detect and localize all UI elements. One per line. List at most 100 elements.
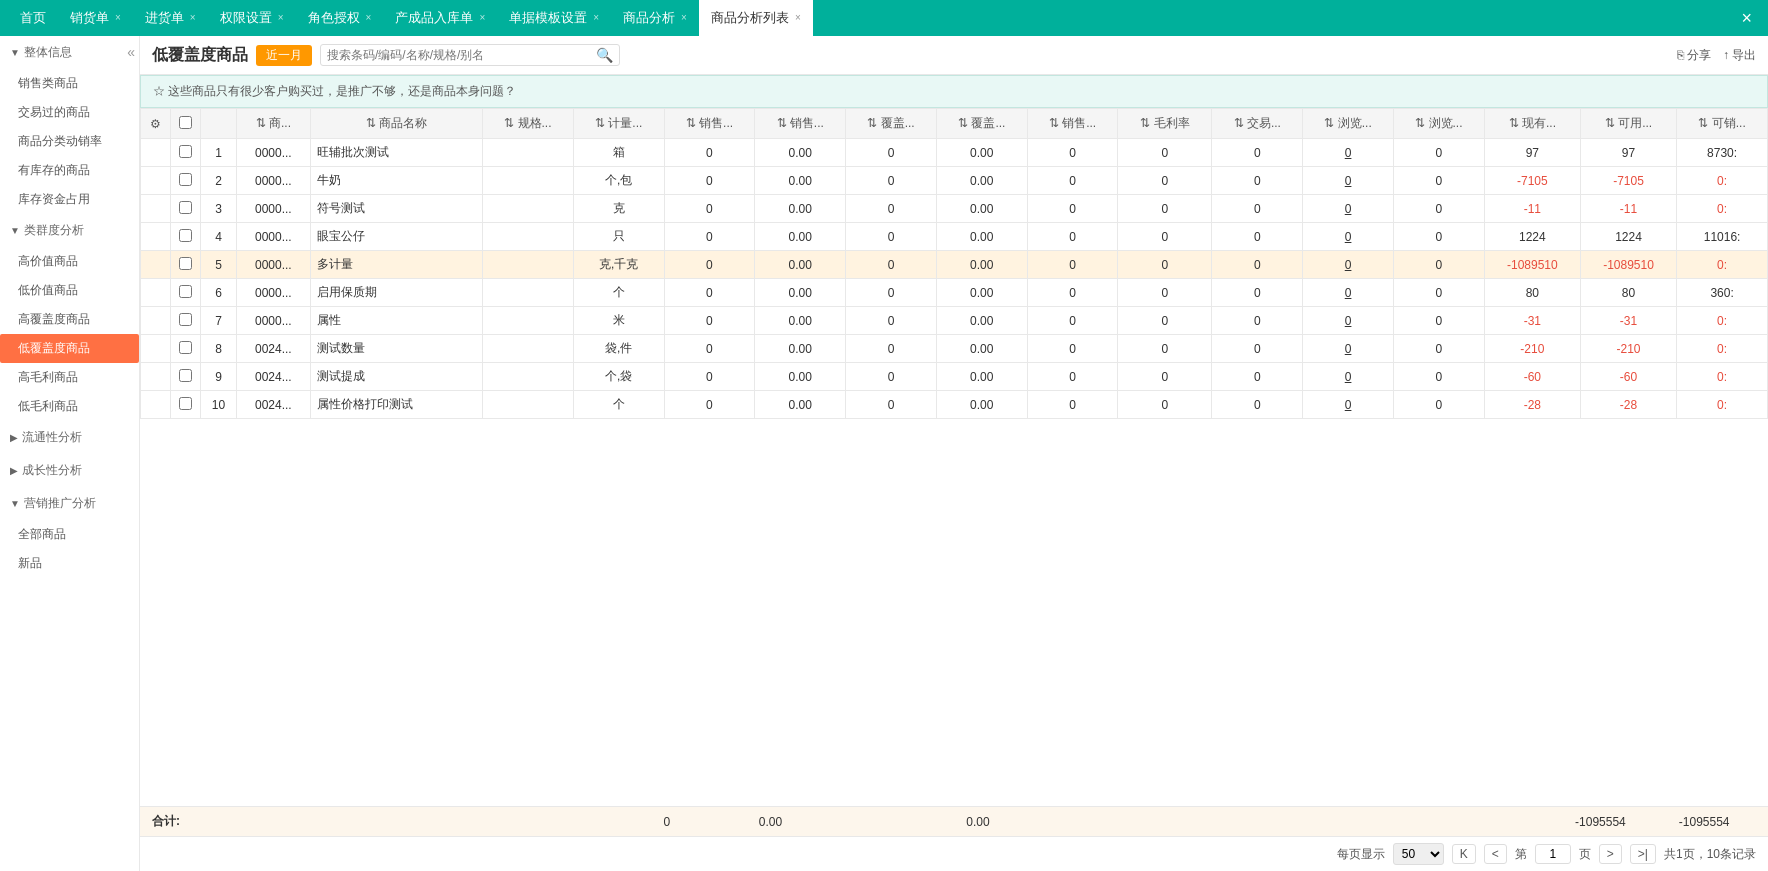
filter-period-button[interactable]: 近一月 — [256, 45, 312, 66]
page-size-select[interactable]: 50 10 20 100 — [1393, 843, 1444, 865]
row-check-1[interactable] — [179, 173, 192, 186]
nav-tab-goods-analysis[interactable]: 商品分析 × — [611, 0, 699, 36]
nav-tab-sales-close[interactable]: × — [115, 0, 121, 36]
col-cover-b[interactable]: ⇅ 覆盖... — [936, 109, 1027, 139]
col-browse-a[interactable]: ⇅ 浏览... — [1303, 109, 1394, 139]
cell-check[interactable] — [171, 223, 201, 251]
nav-tab-permissions[interactable]: 权限设置 × — [208, 0, 296, 36]
row-check-8[interactable] — [179, 369, 192, 382]
col-current[interactable]: ⇅ 现有... — [1484, 109, 1580, 139]
nav-tab-purchase-close[interactable]: × — [190, 0, 196, 36]
row-check-5[interactable] — [179, 285, 192, 298]
sidebar-item-low-gross[interactable]: 低毛利商品 — [0, 392, 139, 421]
nav-tab-sales[interactable]: 销货单 × — [58, 0, 133, 36]
nav-tab-template[interactable]: 单据模板设置 × — [497, 0, 611, 36]
row-check-7[interactable] — [179, 341, 192, 354]
row-check-3[interactable] — [179, 229, 192, 242]
sidebar-item-in-stock[interactable]: 有库存的商品 — [0, 156, 139, 185]
col-unit[interactable]: ⇅ 计量... — [573, 109, 664, 139]
cell-check[interactable] — [171, 335, 201, 363]
cell-check[interactable] — [171, 251, 201, 279]
row-check-6[interactable] — [179, 313, 192, 326]
sidebar-item-high-gross[interactable]: 高毛利商品 — [0, 363, 139, 392]
sidebar-section-growth[interactable]: ▶ 成长性分析 — [0, 454, 139, 487]
cell-browse-a[interactable]: 0 — [1303, 391, 1394, 419]
col-gross-rate[interactable]: ⇅ 毛利率 — [1118, 109, 1212, 139]
search-input[interactable] — [327, 48, 596, 62]
cell-browse-a[interactable]: 0 — [1303, 251, 1394, 279]
nav-tab-purchase[interactable]: 进货单 × — [133, 0, 208, 36]
col-settings[interactable]: ⚙ — [141, 109, 171, 139]
sidebar-section-liquidity[interactable]: ▶ 流通性分析 — [0, 421, 139, 454]
col-cover-a[interactable]: ⇅ 覆盖... — [846, 109, 937, 139]
last-page-button[interactable]: >| — [1630, 844, 1656, 864]
row-check-4[interactable] — [179, 257, 192, 270]
col-code[interactable]: ⇅ 商... — [237, 109, 311, 139]
nav-tab-permissions-close[interactable]: × — [278, 0, 284, 36]
cell-check[interactable] — [171, 307, 201, 335]
sidebar-item-low-coverage[interactable]: 低覆盖度商品 — [0, 334, 139, 363]
cell-check[interactable] — [171, 279, 201, 307]
share-button[interactable]: ⎘ 分享 — [1677, 47, 1711, 64]
sidebar-item-category-rate[interactable]: 商品分类动销率 — [0, 127, 139, 156]
nav-tab-goods-list-close[interactable]: × — [795, 0, 801, 36]
sidebar-collapse-button[interactable]: « — [127, 44, 135, 60]
col-sales-qty[interactable]: ⇅ 销售... — [664, 109, 755, 139]
col-available[interactable]: ⇅ 可用... — [1580, 109, 1676, 139]
page-number-input[interactable] — [1535, 844, 1571, 864]
next-page-button[interactable]: > — [1599, 844, 1622, 864]
cell-browse-a[interactable]: 0 — [1303, 335, 1394, 363]
nav-tab-home[interactable]: 首页 — [8, 0, 58, 36]
close-all-tabs-button[interactable]: × — [1733, 0, 1760, 36]
nav-tab-stock-in-close[interactable]: × — [479, 0, 485, 36]
col-check[interactable] — [171, 109, 201, 139]
row-check-2[interactable] — [179, 201, 192, 214]
cell-browse-a[interactable]: 0 — [1303, 279, 1394, 307]
cell-check[interactable] — [171, 363, 201, 391]
sidebar-section-overall[interactable]: ▼ 整体信息 — [0, 36, 139, 69]
cell-browse-a[interactable]: 0 — [1303, 307, 1394, 335]
col-browse-b[interactable]: ⇅ 浏览... — [1393, 109, 1484, 139]
sidebar-item-new-goods[interactable]: 新品 — [0, 549, 139, 578]
nav-tab-template-close[interactable]: × — [593, 0, 599, 36]
sidebar-item-all-goods[interactable]: 全部商品 — [0, 520, 139, 549]
cell-check[interactable] — [171, 391, 201, 419]
cell-gross-rate: 0 — [1118, 391, 1212, 419]
cell-check[interactable] — [171, 139, 201, 167]
nav-tab-roles-close[interactable]: × — [366, 0, 372, 36]
cell-browse-b: 0 — [1393, 391, 1484, 419]
row-check-0[interactable] — [179, 145, 192, 158]
nav-tab-goods-list[interactable]: 商品分析列表 × — [699, 0, 813, 36]
cell-browse-a[interactable]: 0 — [1303, 195, 1394, 223]
cell-check[interactable] — [171, 167, 201, 195]
sidebar-item-high-coverage[interactable]: 高覆盖度商品 — [0, 305, 139, 334]
sidebar-section-cluster[interactable]: ▼ 类群度分析 — [0, 214, 139, 247]
row-check-9[interactable] — [179, 397, 192, 410]
footer-sales-qty-total: 0 — [615, 815, 719, 829]
sidebar-item-high-value[interactable]: 高价值商品 — [0, 247, 139, 276]
cell-browse-a[interactable]: 0 — [1303, 223, 1394, 251]
cell-browse-a[interactable]: 0 — [1303, 139, 1394, 167]
sidebar-item-traded-goods[interactable]: 交易过的商品 — [0, 98, 139, 127]
nav-tab-goods-analysis-close[interactable]: × — [681, 0, 687, 36]
table-container[interactable]: ⚙ ⇅ 商... ⇅ 商品名称 ⇅ 规格... ⇅ 计量... ⇅ 销售... … — [140, 108, 1768, 806]
col-sales-c[interactable]: ⇅ 销售... — [1027, 109, 1118, 139]
cell-browse-a[interactable]: 0 — [1303, 167, 1394, 195]
col-sellable[interactable]: ⇅ 可销... — [1677, 109, 1768, 139]
export-button[interactable]: ↑ 导出 — [1723, 47, 1756, 64]
sidebar-item-capital-usage[interactable]: 库存资金占用 — [0, 185, 139, 214]
cell-browse-a[interactable]: 0 — [1303, 363, 1394, 391]
sidebar-item-sales-goods[interactable]: 销售类商品 — [0, 69, 139, 98]
cell-check[interactable] — [171, 195, 201, 223]
nav-tab-stock-in[interactable]: 产成品入库单 × — [383, 0, 497, 36]
col-sales-amt[interactable]: ⇅ 销售... — [755, 109, 846, 139]
col-trade[interactable]: ⇅ 交易... — [1212, 109, 1303, 139]
sidebar-section-marketing[interactable]: ▼ 营销推广分析 — [0, 487, 139, 520]
sidebar-item-low-value[interactable]: 低价值商品 — [0, 276, 139, 305]
nav-tab-roles[interactable]: 角色授权 × — [296, 0, 384, 36]
check-all[interactable] — [179, 116, 192, 129]
prev-page-button[interactable]: < — [1484, 844, 1507, 864]
first-page-button[interactable]: K — [1452, 844, 1476, 864]
col-name[interactable]: ⇅ 商品名称 — [310, 109, 482, 139]
col-spec[interactable]: ⇅ 规格... — [482, 109, 573, 139]
